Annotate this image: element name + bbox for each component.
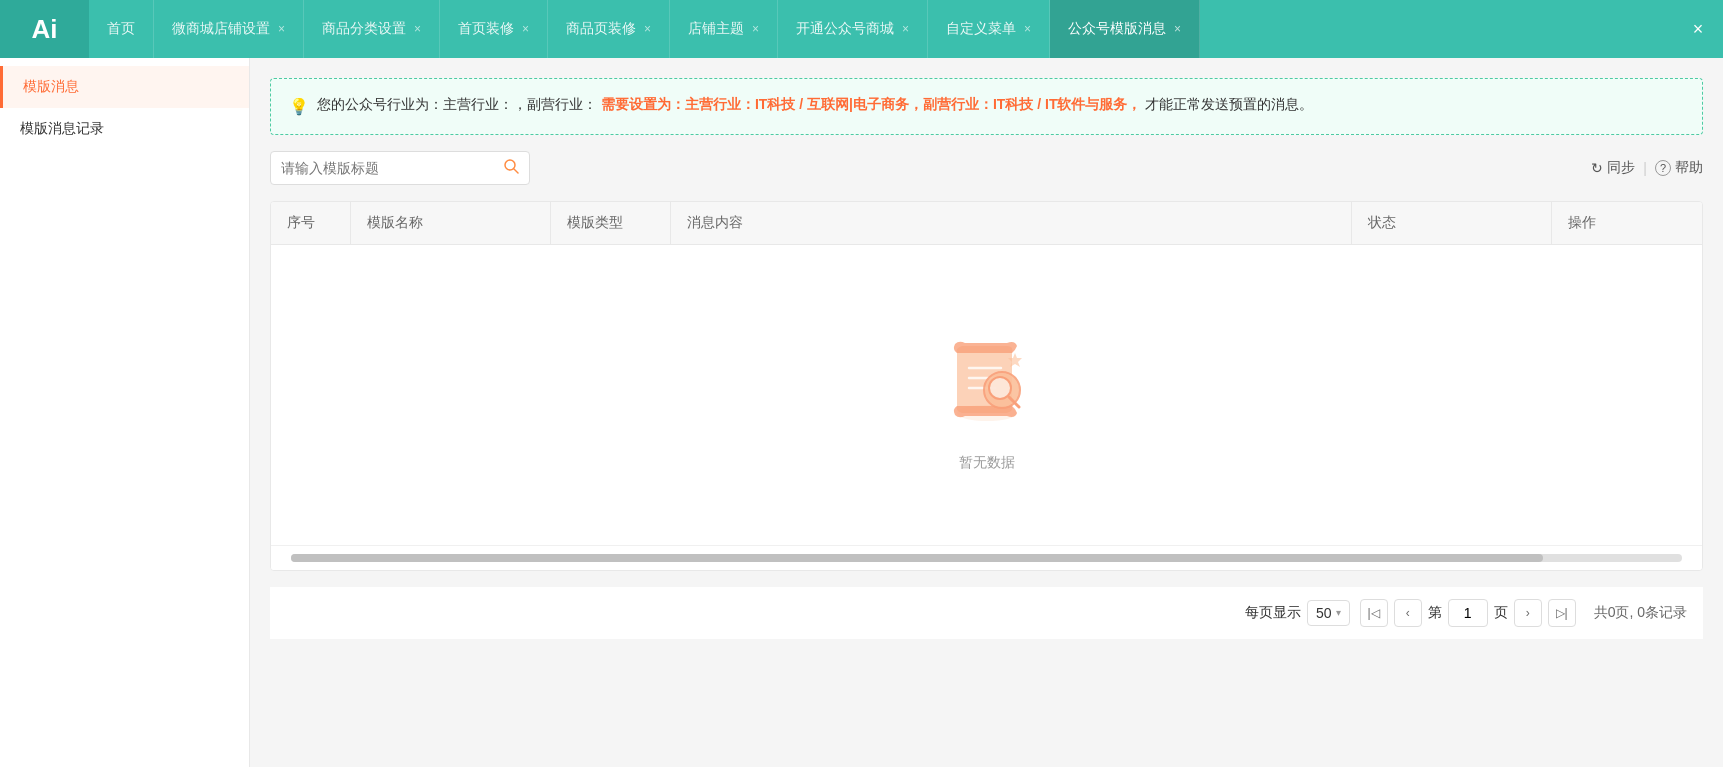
toolbar-actions: ↻ 同步 | ? 帮助 — [1591, 159, 1703, 177]
notice-text: 您的公众号行业为：主营行业：，副营行业： 需要设置为：主营行业：IT科技 / 互… — [317, 93, 1313, 115]
refresh-icon: ↻ — [1591, 160, 1603, 176]
sidebar-item-template-msg-record[interactable]: 模版消息记录 — [0, 108, 249, 150]
main-layout: 模版消息 模版消息记录 💡 您的公众号行业为：主营行业：，副营行业： 需要设置为… — [0, 58, 1723, 767]
pagination: 每页显示 50 ▾ |◁ ‹ 第 页 › ▷| 共0页, 0条记录 — [270, 587, 1703, 639]
nav-tab-category-settings[interactable]: 商品分类设置 × — [304, 0, 440, 58]
nav-tab-home-decor[interactable]: 首页装修 × — [440, 0, 548, 58]
page-label: 第 — [1428, 604, 1442, 622]
close-icon[interactable]: × — [278, 22, 285, 36]
scrollbar-area — [271, 545, 1702, 570]
sync-button[interactable]: ↻ 同步 — [1591, 159, 1635, 177]
empty-text: 暂无数据 — [959, 454, 1015, 472]
notice-banner: 💡 您的公众号行业为：主营行业：，副营行业： 需要设置为：主营行业：IT科技 /… — [270, 78, 1703, 135]
empty-illustration — [927, 318, 1047, 438]
sidebar: 模版消息 模版消息记录 — [0, 58, 250, 767]
app-logo: Ai — [0, 0, 89, 58]
col-header-name: 模版名称 — [351, 202, 551, 244]
scrollbar-track[interactable] — [291, 554, 1682, 562]
help-button[interactable]: ? 帮助 — [1655, 159, 1703, 177]
search-input[interactable] — [281, 160, 495, 176]
sidebar-item-template-msg[interactable]: 模版消息 — [0, 66, 249, 108]
svg-line-1 — [514, 169, 518, 173]
page-total: 共0页, 0条记录 — [1594, 604, 1687, 622]
first-page-button[interactable]: |◁ — [1360, 599, 1388, 627]
close-icon[interactable]: × — [902, 22, 909, 36]
nav-tab-store-settings[interactable]: 微商城店铺设置 × — [154, 0, 304, 58]
nav-tab-template-msg[interactable]: 公众号模版消息 × — [1050, 0, 1200, 58]
close-icon[interactable]: × — [1174, 22, 1181, 36]
page-navigation: |◁ ‹ 第 页 › ▷| — [1360, 599, 1576, 627]
close-all-tabs-button[interactable]: × — [1673, 0, 1723, 58]
page-size-label: 每页显示 — [1245, 604, 1301, 622]
nav-tabs: 首页 微商城店铺设置 × 商品分类设置 × 首页装修 × 商品页装修 × 店铺主… — [89, 0, 1673, 58]
search-box — [270, 151, 530, 185]
search-button[interactable] — [503, 158, 519, 178]
table-header: 序号 模版名称 模版类型 消息内容 状态 操作 — [271, 202, 1702, 245]
prev-page-button[interactable]: ‹ — [1394, 599, 1422, 627]
nav-tab-custom-menu[interactable]: 自定义菜单 × — [928, 0, 1050, 58]
page-size-select: 每页显示 50 ▾ — [1245, 600, 1350, 626]
data-table: 序号 模版名称 模版类型 消息内容 状态 操作 — [270, 201, 1703, 571]
col-header-content: 消息内容 — [671, 202, 1352, 244]
close-icon[interactable]: × — [414, 22, 421, 36]
toolbar: ↻ 同步 | ? 帮助 — [270, 151, 1703, 185]
chevron-down-icon: ▾ — [1336, 607, 1341, 618]
nav-tab-store-theme[interactable]: 店铺主题 × — [670, 0, 778, 58]
col-header-type: 模版类型 — [551, 202, 671, 244]
close-icon[interactable]: × — [1024, 22, 1031, 36]
close-icon[interactable]: × — [522, 22, 529, 36]
nav-tab-open-mall[interactable]: 开通公众号商城 × — [778, 0, 928, 58]
nav-tab-product-decor[interactable]: 商品页装修 × — [548, 0, 670, 58]
divider: | — [1643, 160, 1647, 176]
next-page-button[interactable]: › — [1514, 599, 1542, 627]
close-icon[interactable]: × — [752, 22, 759, 36]
col-header-action: 操作 — [1552, 202, 1702, 244]
page-size-value: 50 — [1316, 605, 1332, 621]
empty-state: 暂无数据 — [271, 245, 1702, 545]
notice-highlight-text: 需要设置为：主营行业：IT科技 / 互联网|电子商务，副营行业：IT科技 / I… — [601, 96, 1142, 112]
content-area: 💡 您的公众号行业为：主营行业：，副营行业： 需要设置为：主营行业：IT科技 /… — [250, 58, 1723, 767]
bulb-icon: 💡 — [289, 94, 309, 120]
scrollbar-thumb[interactable] — [291, 554, 1543, 562]
nav-tab-home[interactable]: 首页 — [89, 0, 154, 58]
page-size-dropdown[interactable]: 50 ▾ — [1307, 600, 1350, 626]
close-icon[interactable]: × — [644, 22, 651, 36]
col-header-index: 序号 — [271, 202, 351, 244]
page-unit: 页 — [1494, 604, 1508, 622]
current-page-input[interactable] — [1448, 599, 1488, 627]
top-navigation: Ai 首页 微商城店铺设置 × 商品分类设置 × 首页装修 × 商品页装修 × … — [0, 0, 1723, 58]
last-page-button[interactable]: ▷| — [1548, 599, 1576, 627]
question-icon: ? — [1655, 160, 1671, 176]
col-header-status: 状态 — [1352, 202, 1552, 244]
